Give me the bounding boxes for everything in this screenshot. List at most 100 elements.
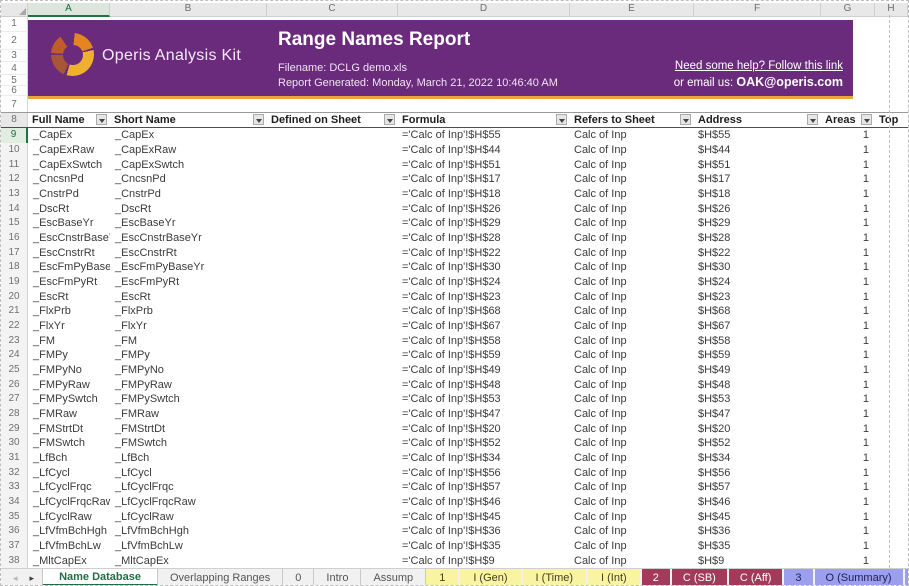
row-number[interactable]: 35 xyxy=(1,509,28,525)
cell-address[interactable]: $H$24 xyxy=(694,275,821,290)
cell-refers-to[interactable]: Calc of Inp xyxy=(570,363,694,378)
cell-defined-on[interactable] xyxy=(267,245,398,260)
cell-defined-on[interactable] xyxy=(267,187,398,202)
cell-top[interactable] xyxy=(875,333,908,348)
cell-refers-to[interactable]: Calc of Inp xyxy=(570,465,694,480)
sheet-tab[interactable]: 1 xyxy=(426,569,459,585)
cell-short-name[interactable]: _CapExSwtch xyxy=(110,157,267,172)
cell-short-name[interactable]: _EscBaseYr xyxy=(110,216,267,231)
row-number[interactable]: 6 xyxy=(1,85,28,96)
cell-top[interactable] xyxy=(875,392,908,407)
row-number[interactable]: 20 xyxy=(1,289,28,305)
cell-formula[interactable]: ='Calc of Inp'!$H$57 xyxy=(398,480,570,495)
cell-areas[interactable]: 1 xyxy=(821,539,875,554)
cell-address[interactable]: $H$20 xyxy=(694,421,821,436)
cell-short-name[interactable]: _EscFmPyBaseYr xyxy=(110,260,267,275)
cell-address[interactable]: $H$30 xyxy=(694,260,821,275)
cell-address[interactable]: $H$58 xyxy=(694,333,821,348)
cell-refers-to[interactable]: Calc of Inp xyxy=(570,539,694,554)
cell-defined-on[interactable] xyxy=(267,333,398,348)
cell-defined-on[interactable] xyxy=(267,231,398,246)
cell-defined-on[interactable] xyxy=(267,509,398,524)
cell-address[interactable]: $H$51 xyxy=(694,157,821,172)
cell-refers-to[interactable]: Calc of Inp xyxy=(570,407,694,422)
cell-short-name[interactable]: _FMPy xyxy=(110,348,267,363)
cell-refers-to[interactable]: Calc of Inp xyxy=(570,524,694,539)
row-number[interactable]: 22 xyxy=(1,318,28,334)
row-number[interactable]: 19 xyxy=(1,274,28,290)
cell-short-name[interactable]: _LfCycl xyxy=(110,465,267,480)
cell-full-name[interactable]: _FM xyxy=(28,333,110,348)
cell-top[interactable] xyxy=(875,465,908,480)
cell-address[interactable]: $H$57 xyxy=(694,480,821,495)
cell-areas[interactable]: 1 xyxy=(821,509,875,524)
tab-scroll-left-icon[interactable]: ◂ xyxy=(13,573,18,584)
cell-full-name[interactable]: _DscRt xyxy=(28,201,110,216)
cell-full-name[interactable]: _FMPy xyxy=(28,348,110,363)
sheet-tab[interactable]: Overlapping Ranges xyxy=(158,569,284,585)
filter-dropdown-icon[interactable] xyxy=(253,114,264,125)
cell-short-name[interactable]: _MltCapEx xyxy=(110,553,267,568)
cell-address[interactable]: $H$23 xyxy=(694,289,821,304)
cell-short-name[interactable]: _FM xyxy=(110,333,267,348)
sheet-tab[interactable]: 3 xyxy=(784,569,813,585)
cell-areas[interactable]: 1 xyxy=(821,289,875,304)
cell-address[interactable]: $H$22 xyxy=(694,245,821,260)
cell-defined-on[interactable] xyxy=(267,172,398,187)
column-letter[interactable]: E xyxy=(570,3,694,17)
cell-areas[interactable]: 1 xyxy=(821,231,875,246)
cell-short-name[interactable]: _EscFmPyRt xyxy=(110,275,267,290)
row-number[interactable]: 13 xyxy=(1,186,28,202)
cell-top[interactable] xyxy=(875,348,908,363)
cell-full-name[interactable]: _CapExSwtch xyxy=(28,157,110,172)
cell-top[interactable] xyxy=(875,260,908,275)
cell-formula[interactable]: ='Calc of Inp'!$H$35 xyxy=(398,539,570,554)
cell-top[interactable] xyxy=(875,509,908,524)
cell-defined-on[interactable] xyxy=(267,421,398,436)
row-number[interactable]: 36 xyxy=(1,524,28,539)
row-number[interactable]: 2 xyxy=(1,32,28,50)
row-number[interactable]: 16 xyxy=(1,230,28,246)
cell-areas[interactable]: 1 xyxy=(821,260,875,275)
cell-refers-to[interactable]: Calc of Inp xyxy=(570,392,694,407)
row-number[interactable]: 26 xyxy=(1,377,28,393)
cell-top[interactable] xyxy=(875,275,908,290)
cell-full-name[interactable]: _FMStrtDt xyxy=(28,421,110,436)
cell-formula[interactable]: ='Calc of Inp'!$H$29 xyxy=(398,216,570,231)
cell-top[interactable] xyxy=(875,289,908,304)
cell-address[interactable]: $H$17 xyxy=(694,172,821,187)
cell-areas[interactable]: 1 xyxy=(821,495,875,510)
cell-formula[interactable]: ='Calc of Inp'!$H$68 xyxy=(398,304,570,319)
cell-short-name[interactable]: _CnstrPd xyxy=(110,187,267,202)
cell-refers-to[interactable]: Calc of Inp xyxy=(570,216,694,231)
cell-full-name[interactable]: _CapEx xyxy=(28,128,110,143)
filter-dropdown-icon[interactable] xyxy=(384,114,395,125)
cell-defined-on[interactable] xyxy=(267,451,398,466)
select-all-corner[interactable] xyxy=(1,3,28,17)
cell-defined-on[interactable] xyxy=(267,495,398,510)
cell-address[interactable]: $H$18 xyxy=(694,187,821,202)
cell-full-name[interactable]: _FlxPrb xyxy=(28,304,110,319)
row-number[interactable]: 17 xyxy=(1,245,28,261)
cell-short-name[interactable]: _DscRt xyxy=(110,201,267,216)
cell-full-name[interactable]: _LfBch xyxy=(28,451,110,466)
row-number[interactable]: 24 xyxy=(1,348,28,363)
cell-address[interactable]: $H$44 xyxy=(694,143,821,158)
cell-full-name[interactable]: _MltCapEx xyxy=(28,553,110,568)
cell-address[interactable]: $H$35 xyxy=(694,539,821,554)
row-number[interactable]: 4 xyxy=(1,62,28,75)
cell-areas[interactable]: 1 xyxy=(821,201,875,216)
cell-defined-on[interactable] xyxy=(267,275,398,290)
cell-refers-to[interactable]: Calc of Inp xyxy=(570,260,694,275)
row-number[interactable]: 1 xyxy=(1,16,28,32)
row-number[interactable]: 34 xyxy=(1,494,28,510)
cell-address[interactable]: $H$56 xyxy=(694,465,821,480)
cell-short-name[interactable]: _EscCnstrRt xyxy=(110,245,267,260)
column-header-cell[interactable]: Short Name xyxy=(110,113,267,127)
cell-refers-to[interactable]: Calc of Inp xyxy=(570,509,694,524)
cell-short-name[interactable]: _LfBch xyxy=(110,451,267,466)
row-number[interactable]: 9 xyxy=(1,128,28,143)
cell-address[interactable]: $H$46 xyxy=(694,495,821,510)
sheet-tab[interactable]: Assump xyxy=(361,569,427,585)
cell-address[interactable]: $H$48 xyxy=(694,377,821,392)
